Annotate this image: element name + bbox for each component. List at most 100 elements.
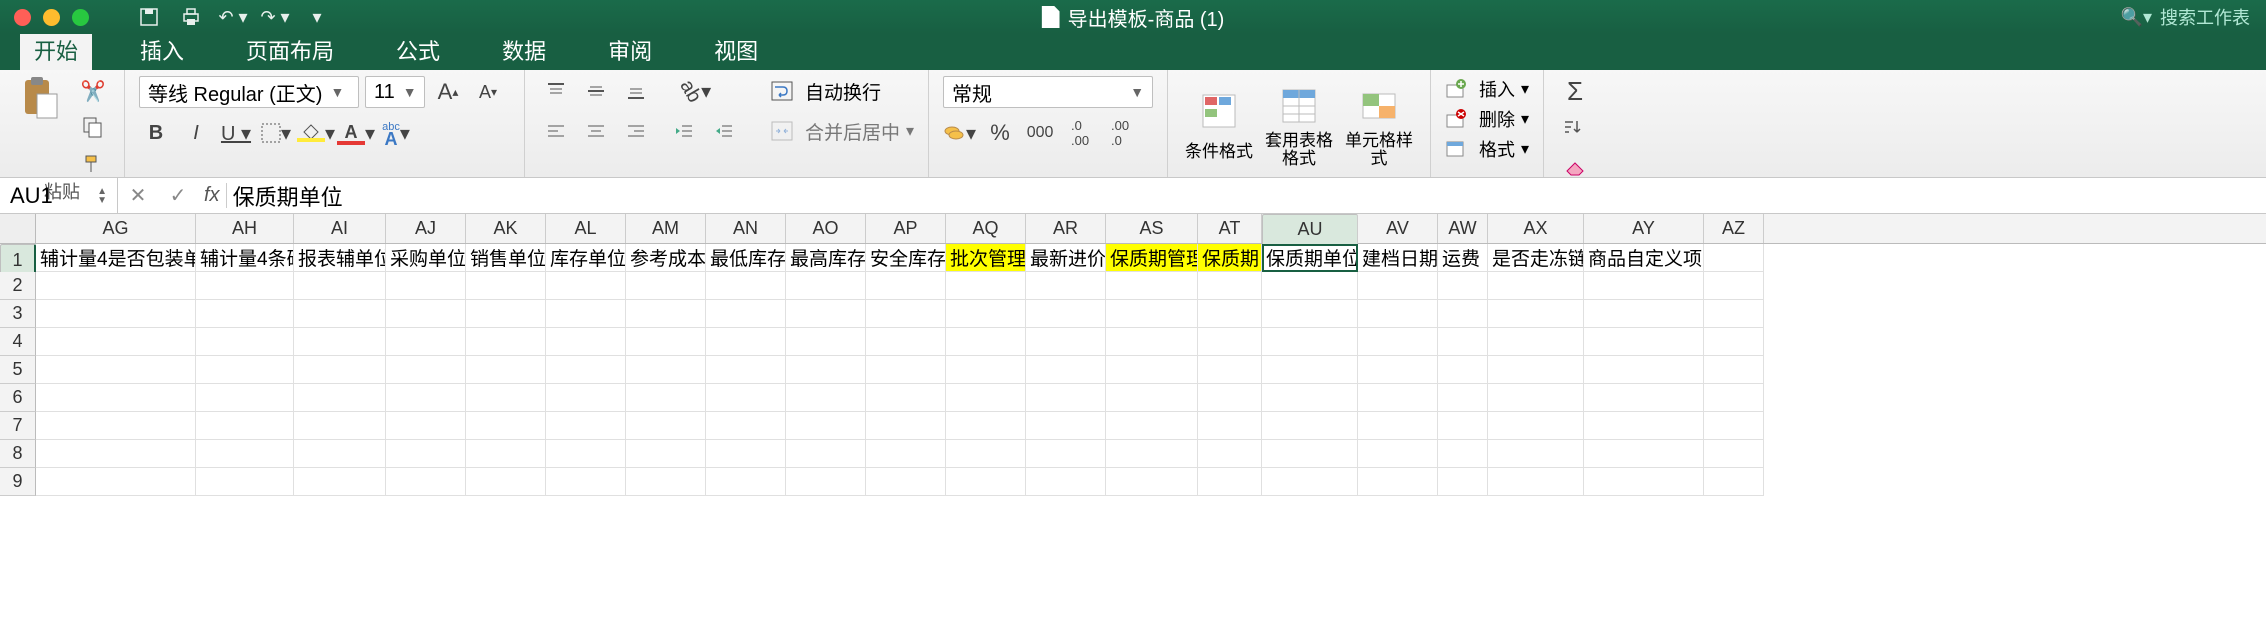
font-size-select[interactable]: 11▼ (365, 76, 425, 108)
cell-AH1[interactable]: 辅计量4条码 (196, 244, 294, 272)
cell-AY9[interactable] (1584, 468, 1704, 496)
cell-AX9[interactable] (1488, 468, 1584, 496)
cell-AV9[interactable] (1358, 468, 1438, 496)
cell-AM8[interactable] (626, 440, 706, 468)
clear-icon[interactable] (1558, 152, 1592, 182)
align-bottom-icon[interactable] (619, 76, 653, 106)
cell-AX2[interactable] (1488, 272, 1584, 300)
cell-AU2[interactable] (1262, 272, 1358, 300)
cell-AR5[interactable] (1026, 356, 1106, 384)
cell-AP3[interactable] (866, 300, 946, 328)
cell-AJ8[interactable] (386, 440, 466, 468)
cell-AR7[interactable] (1026, 412, 1106, 440)
cell-AK3[interactable] (466, 300, 546, 328)
cell-AW4[interactable] (1438, 328, 1488, 356)
save-icon[interactable] (133, 4, 165, 30)
cell-AH4[interactable] (196, 328, 294, 356)
cell-AM7[interactable] (626, 412, 706, 440)
cell-AH7[interactable] (196, 412, 294, 440)
cell-AH2[interactable] (196, 272, 294, 300)
align-middle-icon[interactable] (579, 76, 613, 106)
wrap-text-button[interactable]: 自动换行 (765, 76, 914, 106)
cell-AQ8[interactable] (946, 440, 1026, 468)
column-header-AY[interactable]: AY (1584, 214, 1704, 243)
spinner-icon[interactable]: ▲▼ (97, 187, 107, 205)
increase-decimal-icon[interactable]: .0.00 (1063, 118, 1097, 148)
cell-styles-button[interactable]: 单元格样式 (1342, 84, 1416, 168)
column-header-AJ[interactable]: AJ (386, 214, 466, 243)
align-right-icon[interactable] (619, 116, 653, 146)
column-header-AM[interactable]: AM (626, 214, 706, 243)
percent-button[interactable]: % (983, 118, 1017, 148)
cell-AL9[interactable] (546, 468, 626, 496)
qat-customize-icon[interactable]: ▾ (301, 4, 333, 30)
paste-button[interactable] (14, 76, 66, 152)
cell-AG4[interactable] (36, 328, 196, 356)
cell-AX6[interactable] (1488, 384, 1584, 412)
row-header-4[interactable]: 4 (0, 328, 36, 356)
column-header-AS[interactable]: AS (1106, 214, 1198, 243)
cell-AM4[interactable] (626, 328, 706, 356)
cell-AH5[interactable] (196, 356, 294, 384)
cell-AL4[interactable] (546, 328, 626, 356)
cell-AP6[interactable] (866, 384, 946, 412)
cell-AQ2[interactable] (946, 272, 1026, 300)
cell-AQ1[interactable]: 批次管理 (946, 244, 1026, 272)
cell-AY8[interactable] (1584, 440, 1704, 468)
cell-AP7[interactable] (866, 412, 946, 440)
cell-AK6[interactable] (466, 384, 546, 412)
cell-AX8[interactable] (1488, 440, 1584, 468)
tab-开始[interactable]: 开始 (20, 28, 92, 70)
cell-AZ7[interactable] (1704, 412, 1764, 440)
cell-AU6[interactable] (1262, 384, 1358, 412)
cell-AG1[interactable]: 辅计量4是否包装单位 (36, 244, 196, 272)
cell-AI8[interactable] (294, 440, 386, 468)
format-painter-icon[interactable] (76, 148, 110, 178)
search-box[interactable]: 🔍▾ 搜索工作表 (2121, 4, 2266, 30)
cell-AV2[interactable] (1358, 272, 1438, 300)
cell-AG3[interactable] (36, 300, 196, 328)
close-window-button[interactable] (14, 9, 31, 26)
format-cells-button[interactable]: 格式 ▾ (1445, 136, 1529, 162)
cell-AY2[interactable] (1584, 272, 1704, 300)
sort-filter-icon[interactable] (1558, 114, 1592, 144)
cell-AX3[interactable] (1488, 300, 1584, 328)
cell-AJ5[interactable] (386, 356, 466, 384)
tab-公式[interactable]: 公式 (382, 28, 454, 70)
cell-AV6[interactable] (1358, 384, 1438, 412)
cell-AG5[interactable] (36, 356, 196, 384)
row-header-7[interactable]: 7 (0, 412, 36, 440)
cell-AT2[interactable] (1198, 272, 1262, 300)
conditional-format-button[interactable]: 条件格式 (1182, 89, 1256, 162)
cell-AL2[interactable] (546, 272, 626, 300)
phonetic-guide-button[interactable]: abcA ▾ (379, 118, 413, 148)
cell-AU3[interactable] (1262, 300, 1358, 328)
cell-AT1[interactable]: 保质期 (1198, 244, 1262, 272)
cell-AJ6[interactable] (386, 384, 466, 412)
cell-AU1[interactable]: 保质期单位 (1262, 244, 1358, 272)
increase-font-icon[interactable]: A▴ (431, 77, 465, 107)
increase-indent-icon[interactable] (707, 116, 741, 146)
cell-AT8[interactable] (1198, 440, 1262, 468)
decrease-font-icon[interactable]: A▾ (471, 77, 505, 107)
cell-AN5[interactable] (706, 356, 786, 384)
name-box[interactable]: AU1 ▲▼ (0, 178, 118, 213)
cell-AL1[interactable]: 库存单位 (546, 244, 626, 272)
cell-AQ5[interactable] (946, 356, 1026, 384)
copy-icon[interactable] (76, 112, 110, 142)
cell-AN3[interactable] (706, 300, 786, 328)
cell-AV7[interactable] (1358, 412, 1438, 440)
cell-AJ3[interactable] (386, 300, 466, 328)
cell-AK7[interactable] (466, 412, 546, 440)
cell-AW8[interactable] (1438, 440, 1488, 468)
cell-AZ2[interactable] (1704, 272, 1764, 300)
cell-AN1[interactable]: 最低库存 (706, 244, 786, 272)
cell-AM9[interactable] (626, 468, 706, 496)
cell-AI3[interactable] (294, 300, 386, 328)
cell-AG7[interactable] (36, 412, 196, 440)
comma-button[interactable]: 000 (1023, 118, 1057, 148)
cell-AP9[interactable] (866, 468, 946, 496)
column-header-AX[interactable]: AX (1488, 214, 1584, 243)
cell-AU4[interactable] (1262, 328, 1358, 356)
column-header-AP[interactable]: AP (866, 214, 946, 243)
